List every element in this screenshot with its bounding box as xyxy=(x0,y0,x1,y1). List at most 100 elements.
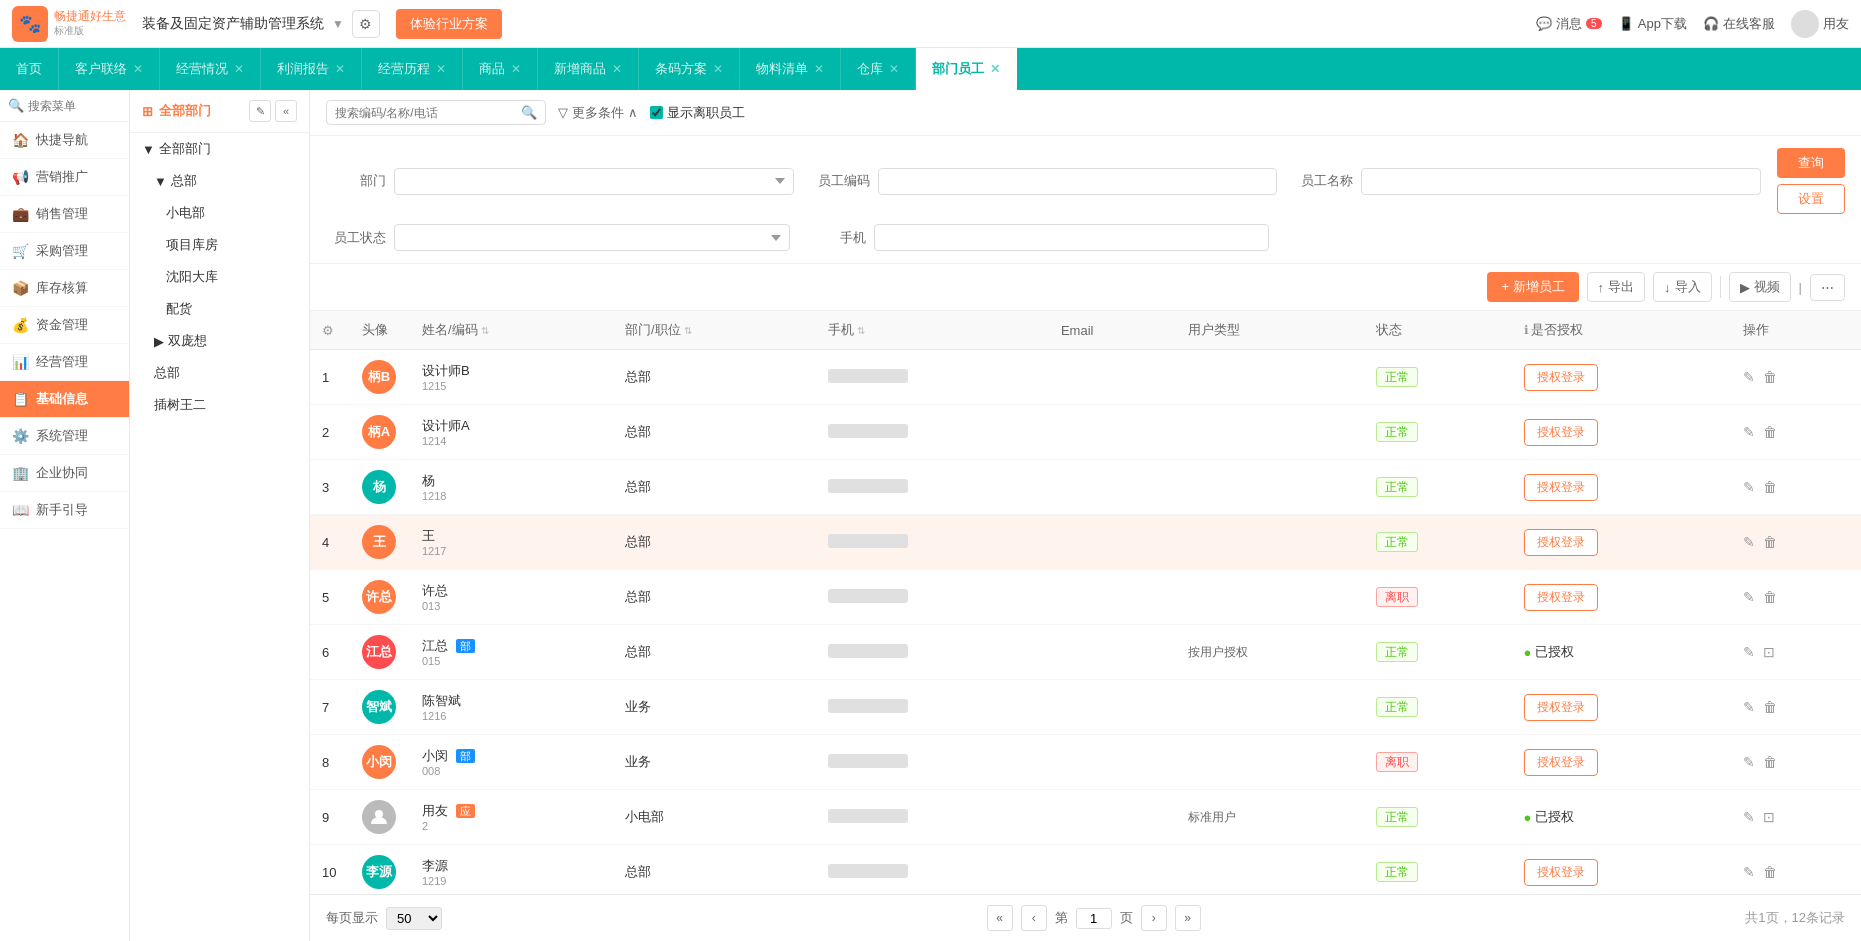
tab-warehouse[interactable]: 仓库 ✕ xyxy=(841,48,916,90)
close-tab-icon[interactable]: ✕ xyxy=(612,62,622,76)
close-tab-icon[interactable]: ✕ xyxy=(814,62,824,76)
phone-input[interactable] xyxy=(874,224,1270,251)
first-page-button[interactable]: « xyxy=(987,905,1013,931)
close-tab-icon[interactable]: ✕ xyxy=(713,62,723,76)
edit-icon[interactable]: ✎ xyxy=(1743,864,1755,880)
sidebar-item-basic-info[interactable]: 📋 基础信息 xyxy=(0,381,129,418)
page-number-input[interactable] xyxy=(1076,908,1112,929)
auth-button[interactable]: 授权登录 xyxy=(1524,694,1598,721)
emp-status-select[interactable] xyxy=(394,224,790,251)
prev-page-button[interactable]: ‹ xyxy=(1021,905,1047,931)
tree-node-all[interactable]: ▼ 全部部门 xyxy=(130,133,309,165)
set-button[interactable]: 设置 xyxy=(1777,184,1845,214)
auth-button[interactable]: 授权登录 xyxy=(1524,419,1598,446)
gear-button[interactable]: ⚙ xyxy=(352,10,380,38)
tab-bom[interactable]: 物料清单 ✕ xyxy=(740,48,841,90)
tab-operations[interactable]: 经营情况 ✕ xyxy=(160,48,261,90)
edit-icon[interactable]: ✎ xyxy=(1743,754,1755,770)
close-tab-icon[interactable]: ✕ xyxy=(889,62,899,76)
copy-icon[interactable]: ⊡ xyxy=(1763,644,1775,660)
edit-icon[interactable]: ✎ xyxy=(1743,424,1755,440)
show-resigned-checkbox[interactable] xyxy=(650,106,663,119)
tree-node-xiaodianbu[interactable]: 小电部 xyxy=(130,197,309,229)
close-tab-icon[interactable]: ✕ xyxy=(133,62,143,76)
import-button[interactable]: ↓ 导入 xyxy=(1653,272,1712,302)
auth-button[interactable]: 授权登录 xyxy=(1524,859,1598,886)
tree-collapse-button[interactable]: « xyxy=(275,100,297,122)
delete-icon[interactable]: 🗑 xyxy=(1763,589,1777,605)
sidebar-item-operations[interactable]: 📊 经营管理 xyxy=(0,344,129,381)
tree-node-peihuo[interactable]: 配货 xyxy=(130,293,309,325)
delete-icon[interactable]: 🗑 xyxy=(1763,369,1777,385)
edit-icon[interactable]: ✎ xyxy=(1743,479,1755,495)
sidebar-item-finance[interactable]: 💰 资金管理 xyxy=(0,307,129,344)
tree-node-shenyang[interactable]: 沈阳大库 xyxy=(130,261,309,293)
sidebar-item-marketing[interactable]: 📢 营销推广 xyxy=(0,159,129,196)
edit-icon[interactable]: ✎ xyxy=(1743,589,1755,605)
dropdown-arrow-icon[interactable]: ▼ xyxy=(332,17,344,31)
edit-icon[interactable]: ✎ xyxy=(1743,369,1755,385)
sidebar-item-system[interactable]: ⚙️ 系统管理 xyxy=(0,418,129,455)
auth-button[interactable]: 授权登录 xyxy=(1524,364,1598,391)
app-download-action[interactable]: 📱 App下载 xyxy=(1618,15,1687,33)
delete-icon[interactable]: 🗑 xyxy=(1763,534,1777,550)
tree-node-puguwang[interactable]: 插树王二 xyxy=(130,389,309,421)
delete-icon[interactable]: 🗑 xyxy=(1763,864,1777,880)
tree-node-shuangpuxiang[interactable]: ▶ 双庞想 xyxy=(130,325,309,357)
close-tab-icon[interactable]: ✕ xyxy=(990,62,1000,76)
tab-new-goods[interactable]: 新增商品 ✕ xyxy=(538,48,639,90)
th-dept[interactable]: 部门/职位⇅ xyxy=(613,311,816,350)
user-action[interactable]: 用友 xyxy=(1791,10,1849,38)
message-action[interactable]: 💬 消息 5 xyxy=(1536,15,1602,33)
sidebar-search-input[interactable] xyxy=(28,99,121,113)
close-tab-icon[interactable]: ✕ xyxy=(234,62,244,76)
emp-name-input[interactable] xyxy=(1361,168,1761,195)
tab-profit[interactable]: 利润报告 ✕ xyxy=(261,48,362,90)
auth-button[interactable]: 授权登录 xyxy=(1524,529,1598,556)
auth-button[interactable]: 授权登录 xyxy=(1524,474,1598,501)
page-size-select[interactable]: 50 100 200 xyxy=(386,907,442,930)
close-tab-icon[interactable]: ✕ xyxy=(511,62,521,76)
tab-home[interactable]: 首页 xyxy=(0,48,59,90)
dept-select[interactable] xyxy=(394,168,794,195)
delete-icon[interactable]: 🗑 xyxy=(1763,754,1777,770)
tree-edit-button[interactable]: ✎ xyxy=(249,100,271,122)
close-tab-icon[interactable]: ✕ xyxy=(335,62,345,76)
add-employee-button[interactable]: + 新增员工 xyxy=(1487,272,1578,302)
close-tab-icon[interactable]: ✕ xyxy=(436,62,446,76)
tab-barcode[interactable]: 条码方案 ✕ xyxy=(639,48,740,90)
delete-icon[interactable]: 🗑 xyxy=(1763,699,1777,715)
th-name[interactable]: 姓名/编码⇅ xyxy=(410,311,613,350)
search-input[interactable] xyxy=(335,106,515,120)
auth-button[interactable]: 授权登录 xyxy=(1524,749,1598,776)
delete-icon[interactable]: 🗑 xyxy=(1763,424,1777,440)
query-button[interactable]: 查询 xyxy=(1777,148,1845,178)
edit-icon[interactable]: ✎ xyxy=(1743,699,1755,715)
tab-dept-staff[interactable]: 部门员工 ✕ xyxy=(916,48,1017,90)
auth-button[interactable]: 授权登录 xyxy=(1524,584,1598,611)
tree-node-xiangmu[interactable]: 项目库房 xyxy=(130,229,309,261)
th-phone[interactable]: 手机⇅ xyxy=(816,311,1049,350)
sidebar-item-guide[interactable]: 📖 新手引导 xyxy=(0,492,129,529)
edit-icon[interactable]: ✎ xyxy=(1743,534,1755,550)
tab-journey[interactable]: 经营历程 ✕ xyxy=(362,48,463,90)
emp-code-input[interactable] xyxy=(878,168,1278,195)
tab-goods[interactable]: 商品 ✕ xyxy=(463,48,538,90)
view-button[interactable]: ▶ 视频 xyxy=(1729,272,1791,302)
copy-icon[interactable]: ⊡ xyxy=(1763,809,1775,825)
next-page-button[interactable]: › xyxy=(1141,905,1167,931)
trial-button[interactable]: 体验行业方案 xyxy=(396,9,502,39)
th-settings[interactable]: ⚙ xyxy=(310,311,350,350)
sidebar-item-sales[interactable]: 💼 销售管理 xyxy=(0,196,129,233)
sidebar-item-quick-nav[interactable]: 🏠 快捷导航 xyxy=(0,122,129,159)
last-page-button[interactable]: » xyxy=(1175,905,1201,931)
sidebar-search[interactable]: 🔍 xyxy=(0,90,129,122)
sidebar-item-purchase[interactable]: 🛒 采购管理 xyxy=(0,233,129,270)
search-icon[interactable]: 🔍 xyxy=(521,105,537,120)
sidebar-item-inventory[interactable]: 📦 库存核算 xyxy=(0,270,129,307)
tree-node-zongbu[interactable]: ▼ 总部 xyxy=(130,165,309,197)
more-conditions-button[interactable]: ▽ 更多条件 ∧ xyxy=(558,104,638,122)
edit-icon[interactable]: ✎ xyxy=(1743,644,1755,660)
online-service-action[interactable]: 🎧 在线客服 xyxy=(1703,15,1775,33)
tree-node-zongbu2[interactable]: 总部 xyxy=(130,357,309,389)
